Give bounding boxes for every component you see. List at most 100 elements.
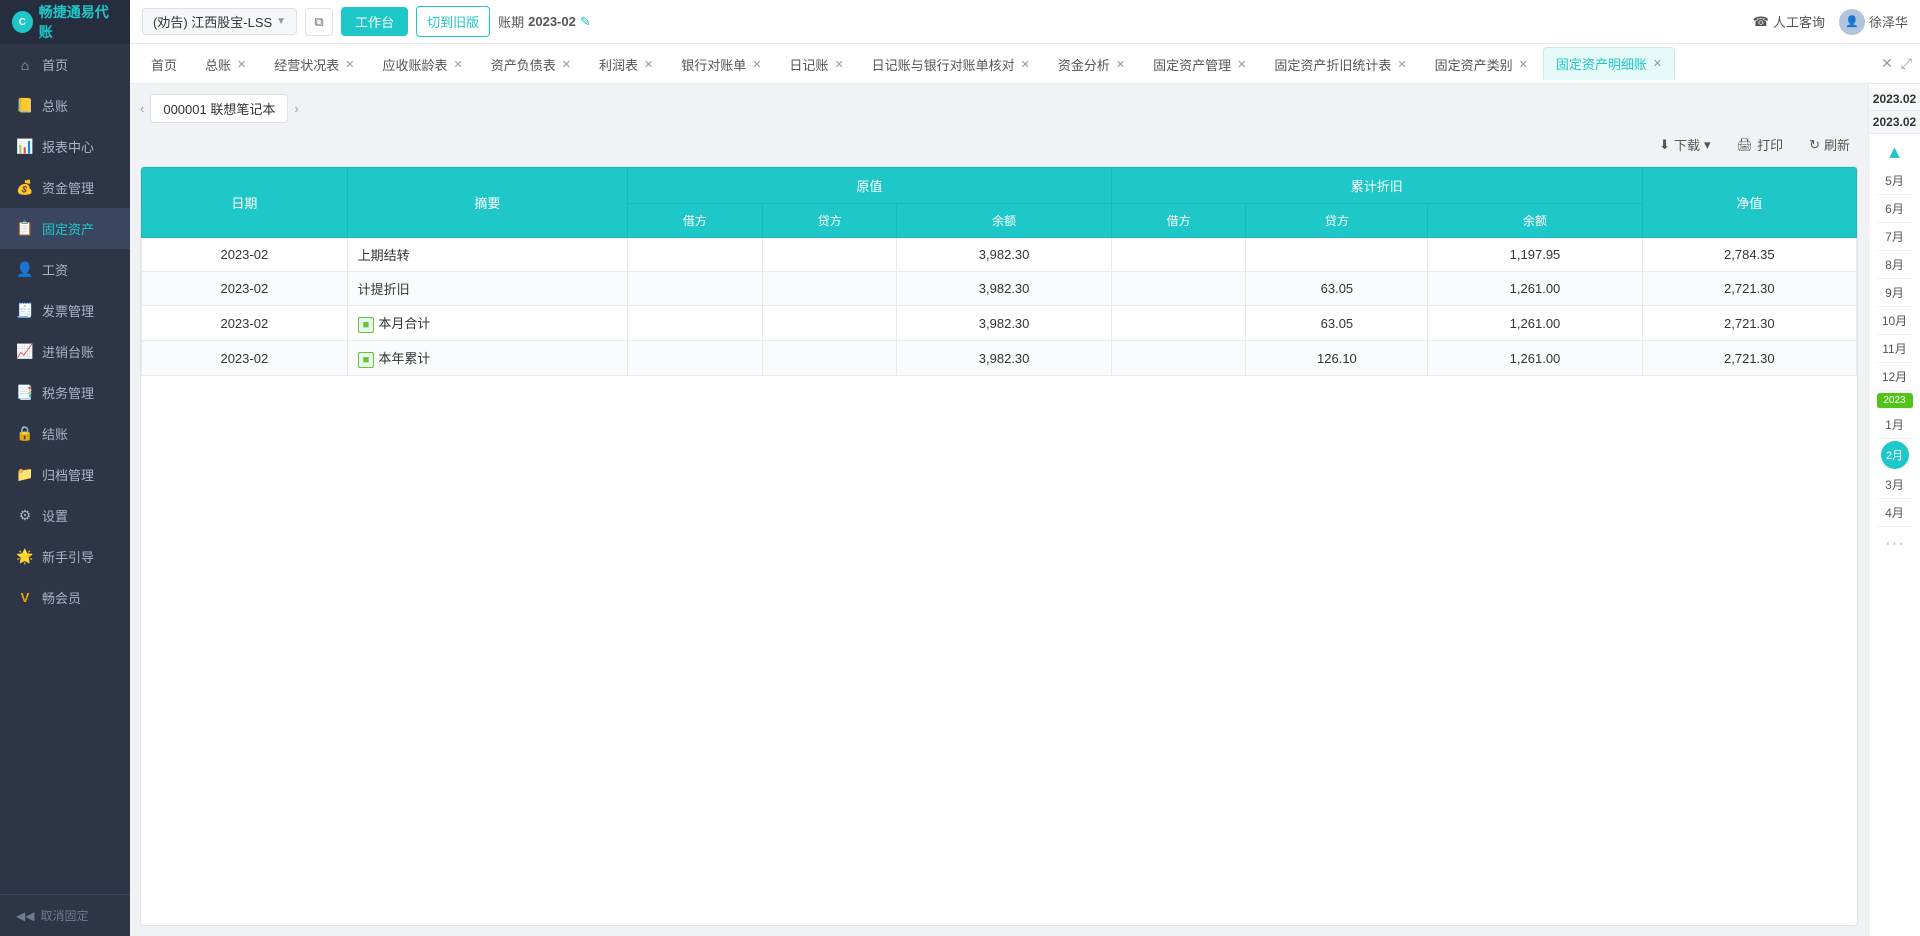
workspace-button[interactable]: 工作台 [341,7,408,36]
company-chevron-icon: ▼ [276,16,286,27]
switch-version-button[interactable]: 切到旧版 [416,6,490,37]
tab-depreciation-stats[interactable]: 固定资产折旧统计表 ✕ [1261,48,1419,80]
table-row: 2023-02 ■本年累计 3,982.30 126.10 1,261.00 2… [142,341,1857,376]
sidebar-item-fixed-assets[interactable]: 📋 固定资产 [0,208,130,249]
main-area: (劝告) 江西股宝-LSS ▼ ⧉ 工作台 切到旧版 账期 2023-02 ✎ … [130,0,1920,936]
month-list: 5月6月7月8月9月10月11月12月 2023 1月2月3月4月 [1877,167,1913,527]
month-item[interactable]: 2月 [1881,441,1909,469]
tab-fixed-assets-detail-close[interactable]: ✕ [1653,57,1662,70]
vip-icon: V [16,590,34,605]
tab-expand-icon[interactable]: ⤢ [1901,55,1912,72]
group-original-header: 原值 [628,168,1112,204]
tab-fixed-assets-mgmt[interactable]: 固定资产管理 ✕ [1140,48,1259,80]
tab-assets-liabilities[interactable]: 资产负债表 ✕ [478,48,584,80]
capital-icon: 💰 [16,179,34,196]
month-item[interactable]: 10月 [1877,307,1913,335]
tab-bank-statement-close[interactable]: ✕ [752,58,761,71]
tab-capital-analysis[interactable]: 资金分析 ✕ [1045,48,1138,80]
tab-capital-analysis-label: 资金分析 [1058,55,1110,74]
sidebar-item-salary[interactable]: 👤 工资 [0,249,130,290]
fixed-assets-icon: 📋 [16,220,34,237]
refresh-button[interactable]: ↻ 刷新 [1801,131,1858,158]
tab-journal[interactable]: 日记账 ✕ [776,48,856,80]
tab-management-close[interactable]: ✕ [345,58,354,71]
print-button[interactable]: 🖨 打印 [1729,131,1792,158]
sidebar-item-guide[interactable]: 🌟 新手引导 [0,536,130,577]
tab-profit[interactable]: 利润表 ✕ [586,48,666,80]
tab-fixed-assets-detail[interactable]: 固定资产明细账 ✕ [1543,47,1675,80]
month-item[interactable]: 1月 [1877,411,1913,439]
tab-receivable-close[interactable]: ✕ [454,58,463,71]
salary-icon: 👤 [16,261,34,278]
tab-journal-bank-match[interactable]: 日记账与银行对账单核对 ✕ [859,48,1043,80]
sales-icon: 📈 [16,343,34,360]
month-item: 2023 [1877,393,1913,409]
tab-close-all-icon[interactable]: ✕ [1881,55,1893,72]
tab-fixed-assets-category-close[interactable]: ✕ [1519,58,1528,71]
sidebar-item-reports[interactable]: 📊 报表中心 [0,126,130,167]
month-item[interactable]: 8月 [1877,251,1913,279]
tab-ledger[interactable]: 总账 ✕ [192,48,259,80]
col-orig-credit-header: 贷方 [762,204,897,238]
breadcrumb-next-arrow[interactable]: › [294,101,298,116]
sidebar-item-label: 进销台账 [42,342,94,361]
tab-receivable[interactable]: 应收账龄表 ✕ [369,48,475,80]
sidebar-item-label: 发票管理 [42,301,94,320]
tab-journal-close[interactable]: ✕ [834,58,843,71]
cell-summary: ■本年累计 [347,341,627,376]
tab-bank-statement[interactable]: 银行对账单 ✕ [668,48,774,80]
tab-home[interactable]: 首页 [138,48,190,80]
sidebar-item-invoice[interactable]: 🧾 发票管理 [0,290,130,331]
month-nav-dots[interactable]: ⋯ [1881,527,1909,560]
sidebar-item-capital[interactable]: 💰 资金管理 [0,167,130,208]
tab-depreciation-stats-close[interactable]: ✕ [1397,58,1406,71]
tab-assets-liabilities-close[interactable]: ✕ [562,58,571,71]
month-item[interactable]: 7月 [1877,223,1913,251]
month-item[interactable]: 6月 [1877,195,1913,223]
tab-capital-analysis-close[interactable]: ✕ [1116,58,1125,71]
tab-management[interactable]: 经营状况表 ✕ [261,48,367,80]
service-button[interactable]: ☎ 人工客询 [1753,12,1825,31]
sidebar-item-sales[interactable]: 📈 进销台账 [0,331,130,372]
content-area: ‹ 000001 联想笔记本 › ⬇ 下载 ▾ 🖨 打印 ↻ [130,84,1920,936]
month-item[interactable]: 9月 [1877,279,1913,307]
user-menu[interactable]: 👤 徐泽华 [1839,9,1908,35]
month-item[interactable]: 5月 [1877,167,1913,195]
sidebar-item-settings[interactable]: ⚙ 设置 [0,495,130,536]
col-date-header: 日期 [142,168,348,238]
sidebar-item-ledger[interactable]: 📒 总账 [0,85,130,126]
data-table: 日期 摘要 原值 累计折旧 净值 借方 贷方 余额 借方 贷方 余额 [140,166,1858,926]
tab-ledger-close[interactable]: ✕ [237,58,246,71]
tab-fixed-assets-detail-label: 固定资产明细账 [1556,54,1647,73]
sidebar-item-archive[interactable]: 📁 归档管理 [0,454,130,495]
month-item[interactable]: 12月 [1877,363,1913,391]
tab-fixed-assets-category[interactable]: 固定资产类别 ✕ [1422,48,1541,80]
sidebar-unpin[interactable]: ◀◀ 取消固定 [0,894,130,936]
tab-fixed-assets-mgmt-close[interactable]: ✕ [1237,58,1246,71]
topbar-right: ☎ 人工客询 👤 徐泽华 [1753,9,1908,35]
tab-journal-bank-match-close[interactable]: ✕ [1021,58,1030,71]
sidebar-item-label: 首页 [42,55,68,74]
download-icon: ⬇ [1659,137,1670,153]
sidebar-item-close[interactable]: 🔒 结账 [0,413,130,454]
period-edit-icon[interactable]: ✎ [580,14,591,30]
tab-journal-bank-match-label: 日记账与银行对账单核对 [872,55,1015,74]
sidebar-item-home[interactable]: ⌂ 首页 [0,44,130,85]
pin-icon: ◀◀ [16,909,34,923]
tab-profit-close[interactable]: ✕ [644,58,653,71]
ledger-icon: 📒 [16,97,34,114]
month-nav-up[interactable]: ▲ [1882,138,1908,167]
breadcrumb-prev-arrow[interactable]: ‹ [140,101,144,116]
user-name: 徐泽华 [1869,12,1908,31]
copy-button[interactable]: ⧉ [305,8,333,36]
topbar: (劝告) 江西股宝-LSS ▼ ⧉ 工作台 切到旧版 账期 2023-02 ✎ … [130,0,1920,44]
sidebar-item-vip[interactable]: V 畅会员 [0,577,130,618]
month-item[interactable]: 4月 [1877,499,1913,527]
sidebar-item-tax[interactable]: 📑 税务管理 [0,372,130,413]
month-item[interactable]: 3月 [1877,471,1913,499]
company-selector[interactable]: (劝告) 江西股宝-LSS ▼ [142,8,297,35]
download-button[interactable]: ⬇ 下载 ▾ [1651,131,1718,158]
month-item[interactable]: 11月 [1877,335,1913,363]
sidebar-item-label: 设置 [42,506,68,525]
cell-orig-credit [762,272,897,306]
